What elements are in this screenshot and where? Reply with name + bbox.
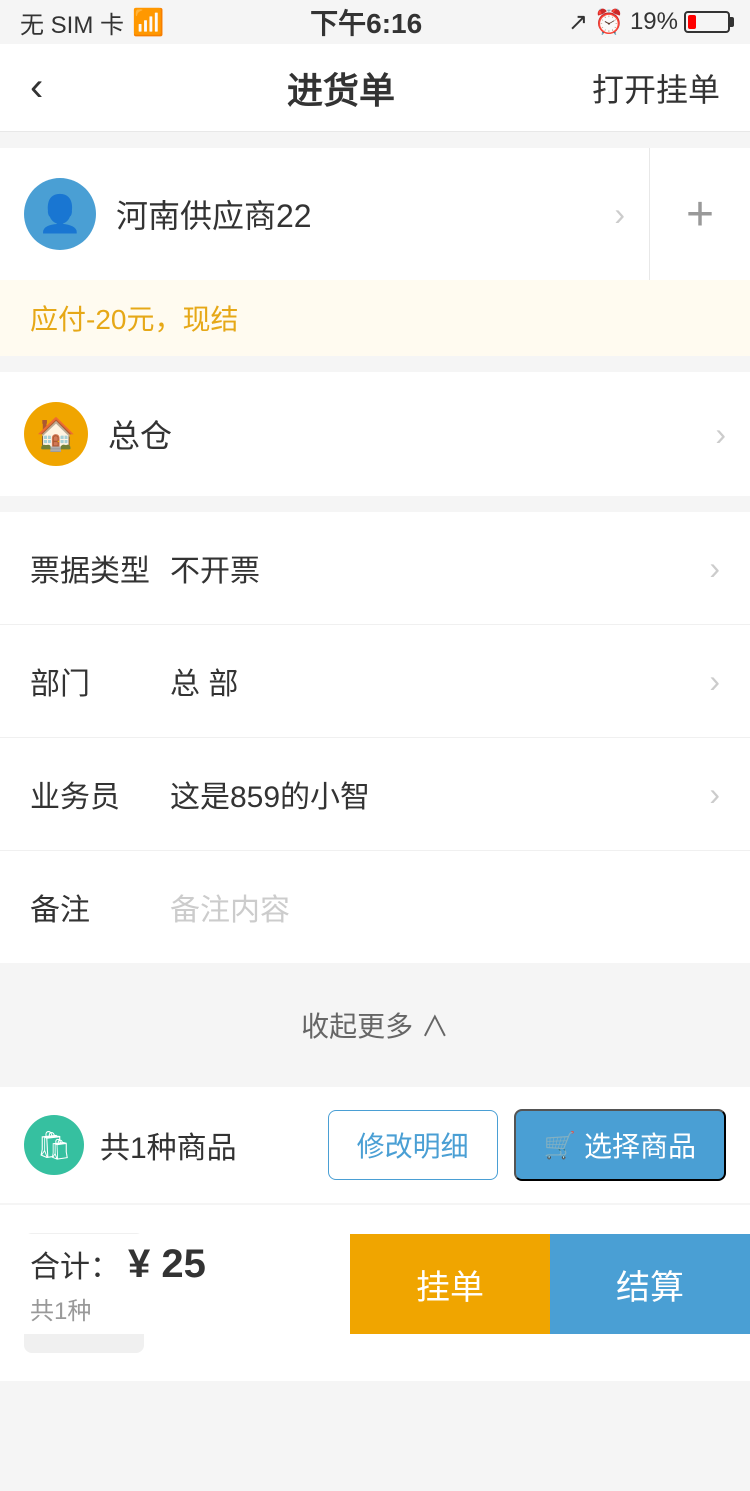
invoice-type-value: 不开票 — [150, 546, 699, 590]
cart-icon: 🛒 — [544, 1130, 576, 1161]
select-product-label: 选择商品 — [584, 1125, 696, 1165]
alarm-icon: ⏰ — [594, 8, 624, 37]
form-section: 票据类型 不开票 › 部门 总 部 › 业务员 这是859的小智 › 备注 备注… — [0, 512, 750, 963]
chevron-right-icon: › — [614, 196, 625, 233]
spacer-top — [0, 132, 750, 148]
department-row[interactable]: 部门 总 部 › — [0, 625, 750, 738]
add-supplier-button[interactable]: + — [650, 148, 750, 280]
warehouse-icon-wrap: 🏠 — [24, 402, 88, 466]
chevron-right-icon: › — [715, 416, 726, 453]
total-text: 合计： — [30, 1242, 120, 1286]
bottom-spacer — [0, 1381, 750, 1491]
time-label: 下午6:16 — [310, 2, 422, 42]
salesperson-label: 业务员 — [30, 772, 150, 816]
info-banner: 应付-20元，现结 — [0, 280, 750, 356]
status-left: 无 SIM 卡 📶 — [20, 5, 164, 40]
warehouse-selector[interactable]: 🏠 总仓 › — [0, 372, 750, 496]
products-header: 🛍 共1种商品 修改明细 🛒 选择商品 — [0, 1087, 750, 1203]
collapse-bar[interactable]: 收起更多 ∧ — [0, 979, 750, 1071]
carrier-label: 无 SIM 卡 — [20, 5, 124, 40]
chevron-right-icon: › — [709, 663, 720, 700]
bottom-bar: 合计： ¥ 25 共1种 挂单 结算 — [0, 1234, 750, 1334]
department-value: 总 部 — [150, 659, 699, 703]
chevron-right-icon: › — [709, 550, 720, 587]
chevron-right-icon: › — [709, 776, 720, 813]
battery-percent: 19% — [630, 8, 678, 36]
back-button[interactable]: ‹ — [30, 65, 90, 110]
supplier-section: 👤 河南供应商22 › + — [0, 148, 750, 280]
status-right: ↗ ⏰ 19% — [568, 8, 730, 37]
select-product-button[interactable]: 🛒 选择商品 — [514, 1109, 726, 1181]
open-pending-button[interactable]: 打开挂单 — [592, 65, 720, 111]
status-bar: 无 SIM 卡 📶 下午6:16 ↗ ⏰ 19% — [0, 0, 750, 44]
invoice-type-row[interactable]: 票据类型 不开票 › — [0, 512, 750, 625]
products-icon-wrap: 🛍 — [24, 1115, 84, 1175]
remark-row[interactable]: 备注 备注内容 — [0, 851, 750, 963]
battery-fill — [688, 15, 696, 29]
supplier-name: 河南供应商22 — [116, 191, 604, 237]
location-icon: ↗ — [568, 8, 588, 37]
battery-icon — [684, 11, 730, 33]
modify-detail-button[interactable]: 修改明细 — [328, 1110, 498, 1180]
warehouse-name: 总仓 — [108, 411, 705, 457]
department-label: 部门 — [30, 659, 150, 703]
salesperson-value: 这是859的小智 — [150, 772, 699, 816]
invoice-type-label: 票据类型 — [30, 546, 150, 590]
total-section: 合计： ¥ 25 共1种 — [0, 1234, 350, 1334]
total-label: 合计： ¥ 25 — [30, 1242, 320, 1287]
supplier-selector[interactable]: 👤 河南供应商22 › — [0, 148, 650, 280]
shopping-bag-icon: 🛍 — [36, 1129, 72, 1162]
total-sub: 共1种 — [30, 1291, 320, 1326]
remark-label: 备注 — [30, 885, 150, 929]
nav-bar: ‹ 进货单 打开挂单 — [0, 44, 750, 132]
total-amount: ¥ 25 — [128, 1242, 206, 1287]
warehouse-icon: 🏠 — [36, 415, 76, 453]
page-title: 进货单 — [287, 62, 395, 114]
checkout-button[interactable]: 结算 — [550, 1234, 750, 1334]
user-icon: 👤 — [38, 193, 83, 235]
remark-placeholder: 备注内容 — [150, 885, 720, 929]
products-count: 共1种商品 — [100, 1123, 328, 1167]
supplier-avatar: 👤 — [24, 178, 96, 250]
salesperson-row[interactable]: 业务员 这是859的小智 › — [0, 738, 750, 851]
hang-order-button[interactable]: 挂单 — [350, 1234, 550, 1334]
wifi-icon: 📶 — [132, 7, 164, 38]
